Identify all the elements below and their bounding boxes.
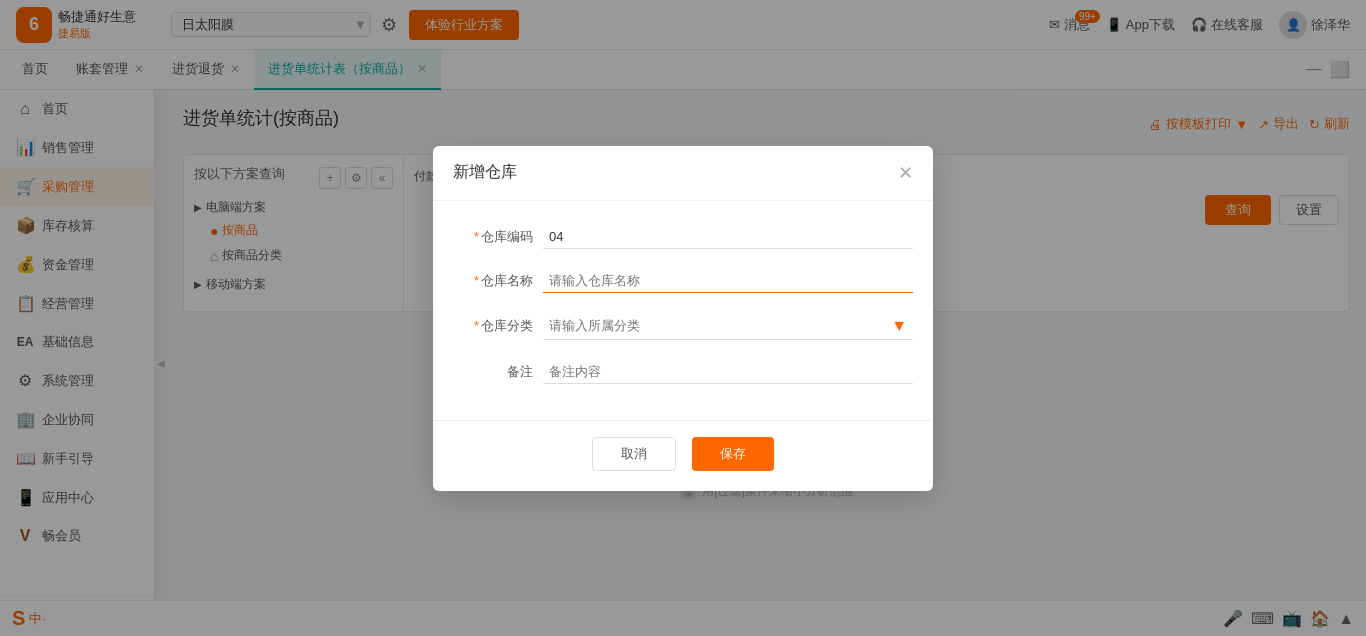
form-code-label: *仓库编码 bbox=[453, 228, 543, 246]
new-warehouse-modal: 新增仓库 ✕ *仓库编码 *仓库名称 *仓库分类 bbox=[433, 146, 933, 491]
form-remark-label: 备注 bbox=[453, 363, 543, 381]
cancel-button[interactable]: 取消 bbox=[592, 437, 676, 471]
warehouse-remark-input[interactable] bbox=[543, 360, 913, 384]
warehouse-category-input[interactable] bbox=[549, 318, 891, 333]
modal-footer: 取消 保存 bbox=[433, 420, 933, 491]
form-row-category: *仓库分类 ▼ bbox=[453, 313, 913, 340]
form-row-code: *仓库编码 bbox=[453, 225, 913, 249]
form-row-remark: 备注 bbox=[453, 360, 913, 384]
warehouse-name-input[interactable] bbox=[543, 269, 913, 293]
modal-title: 新增仓库 bbox=[453, 162, 517, 183]
modal-body: *仓库编码 *仓库名称 *仓库分类 ▼ bbox=[433, 201, 933, 420]
form-category-label: *仓库分类 bbox=[453, 317, 543, 335]
form-name-label: *仓库名称 bbox=[453, 272, 543, 290]
modal-overlay: 新增仓库 ✕ *仓库编码 *仓库名称 *仓库分类 bbox=[0, 0, 1366, 636]
form-row-name: *仓库名称 bbox=[453, 269, 913, 293]
modal-header: 新增仓库 ✕ bbox=[433, 146, 933, 201]
save-button[interactable]: 保存 bbox=[692, 437, 774, 471]
category-dropdown-icon: ▼ bbox=[891, 317, 907, 335]
modal-close-icon[interactable]: ✕ bbox=[898, 162, 913, 184]
warehouse-code-input[interactable] bbox=[543, 225, 913, 249]
warehouse-category-select[interactable]: ▼ bbox=[543, 313, 913, 340]
